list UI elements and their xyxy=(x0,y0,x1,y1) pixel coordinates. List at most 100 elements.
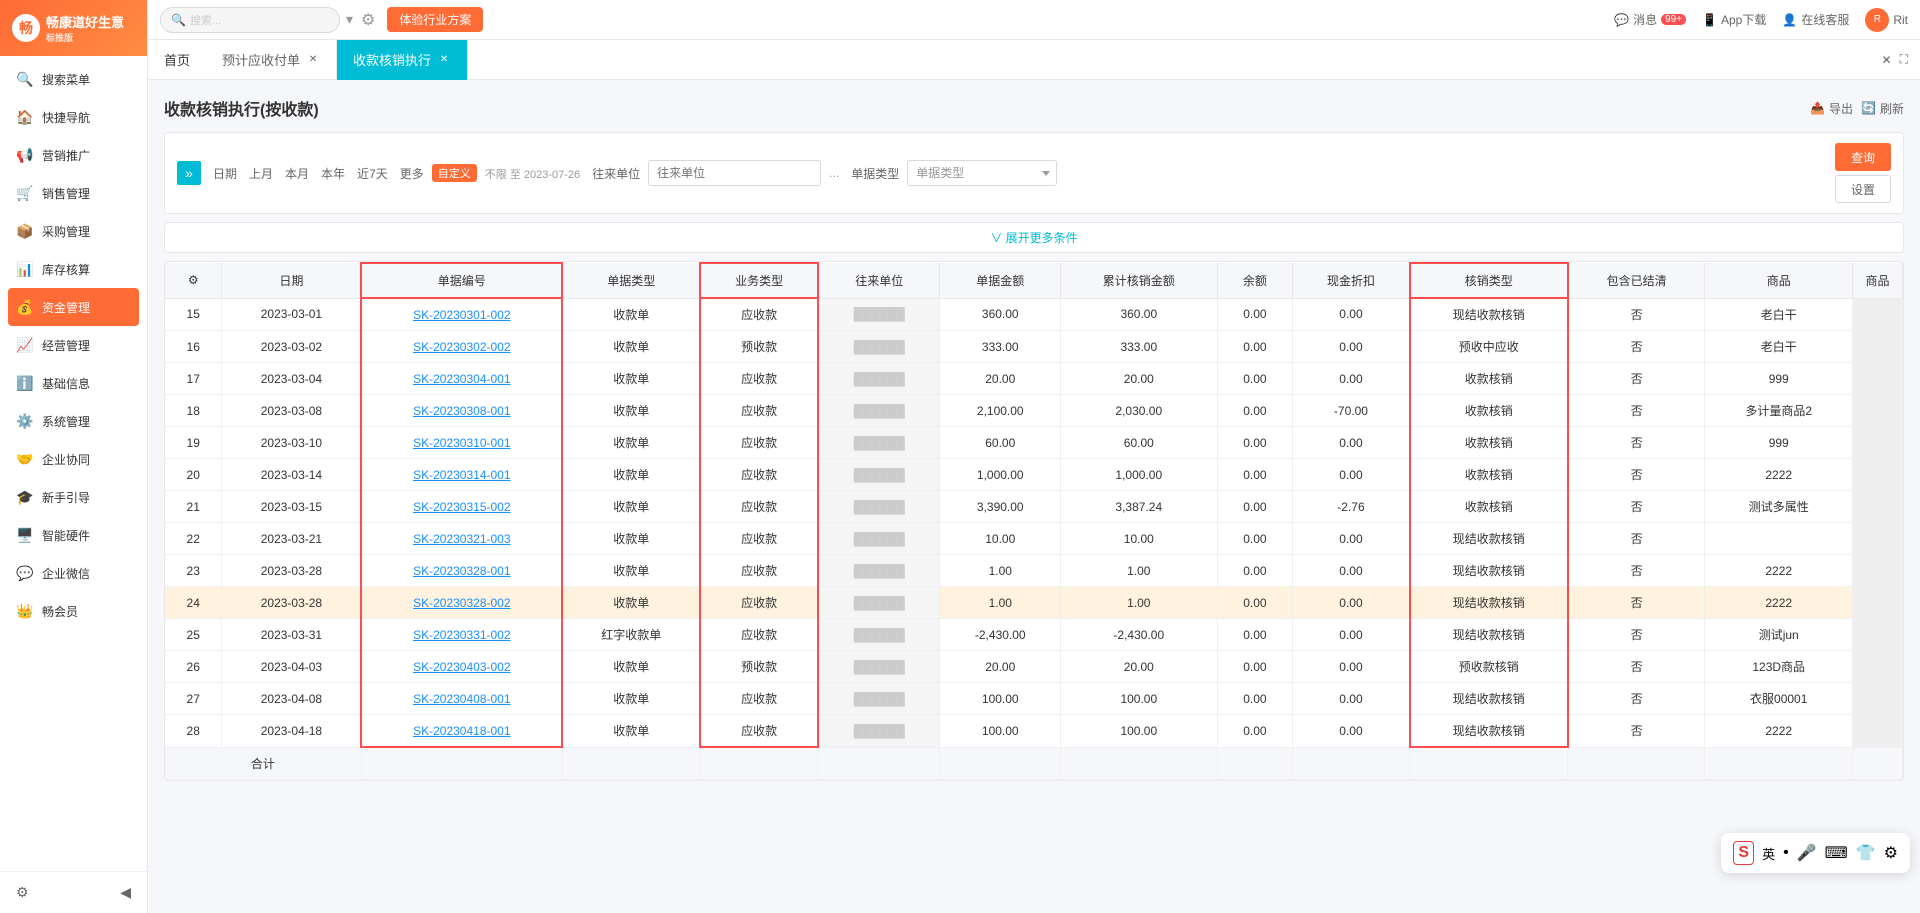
cell-unit: ██████ xyxy=(818,395,940,427)
cell-bill-amount: 100.00 xyxy=(940,715,1061,748)
sidebar-item-member[interactable]: 👑 畅会员 xyxy=(0,592,147,630)
sidebar-item-sales[interactable]: 🛒 销售管理 xyxy=(0,174,147,212)
col-header-product2[interactable]: 商品 xyxy=(1853,263,1903,298)
settings-icon[interactable]: ⚙ xyxy=(16,884,29,901)
table-row: 20 2023-03-14 SK-20230314-001 收款单 应收款 ██… xyxy=(165,459,1903,491)
export-button[interactable]: 📤 导出 xyxy=(1810,100,1853,117)
type-filter-select[interactable]: 单据类型 xyxy=(907,160,1057,186)
bill-no-link[interactable]: SK-20230403-002 xyxy=(413,660,510,674)
bill-no-link[interactable]: SK-20230302-002 xyxy=(413,340,510,354)
col-header-cancel-type[interactable]: 核销类型 xyxy=(1410,263,1568,298)
sidebar-item-basic[interactable]: ℹ️ 基础信息 xyxy=(0,364,147,402)
float-mic-icon[interactable]: 🎤 xyxy=(1797,843,1817,863)
cell-balance: 0.00 xyxy=(1217,331,1293,363)
bill-no-link[interactable]: SK-20230328-001 xyxy=(413,564,510,578)
user-avatar[interactable]: R Rit xyxy=(1865,8,1908,32)
sidebar-item-label: 畅会员 xyxy=(42,603,78,620)
col-header-balance[interactable]: 余额 xyxy=(1217,263,1293,298)
date-btn-this-year[interactable]: 本年 xyxy=(317,163,349,184)
bill-no-link[interactable]: SK-20230310-001 xyxy=(413,436,510,450)
col-header-bill-amount[interactable]: 单据金额 xyxy=(940,263,1061,298)
solution-button[interactable]: 体验行业方案 xyxy=(387,7,483,32)
date-btn-this-month[interactable]: 本月 xyxy=(281,163,313,184)
bill-no-link[interactable]: SK-20230408-001 xyxy=(413,692,510,706)
col-header-cash-discount[interactable]: 现金折扣 xyxy=(1293,263,1410,298)
cell-bill-type: 收款单 xyxy=(562,298,700,331)
col-header-date[interactable]: 日期 xyxy=(222,263,361,298)
search-dropdown-icon[interactable]: ▾ xyxy=(346,11,353,28)
collapse-icon[interactable]: ◀ xyxy=(120,884,131,901)
message-button[interactable]: 💬 消息 99+ xyxy=(1614,11,1686,28)
hardware-icon: 🖥️ xyxy=(16,526,34,544)
cell-bill-type: 收款单 xyxy=(562,363,700,395)
col-header-bill-no[interactable]: 单据编号 xyxy=(361,263,562,298)
expand-more-button[interactable]: ∨ 展开更多条件 xyxy=(164,222,1904,253)
unit-filter-input[interactable] xyxy=(648,160,821,186)
date-btn-last-month[interactable]: 上月 xyxy=(245,163,277,184)
float-dot-icon[interactable]: • xyxy=(1783,844,1789,862)
app-download-button[interactable]: 📱 App下载 xyxy=(1702,11,1766,28)
search-box[interactable]: 🔍 搜索... xyxy=(160,7,340,33)
tab-close-icon[interactable]: ✕ xyxy=(1882,53,1892,67)
sidebar-item-enterprise[interactable]: 🤝 企业协同 xyxy=(0,440,147,478)
cell-unit: ██████ xyxy=(818,459,940,491)
sidebar-item-search[interactable]: 🔍 搜索菜单 xyxy=(0,60,147,98)
filter-setting-button[interactable]: 设置 xyxy=(1835,175,1891,203)
sidebar-item-finance[interactable]: 💰 资金管理 xyxy=(8,288,139,326)
sidebar-item-hardware[interactable]: 🖥️ 智能硬件 xyxy=(0,516,147,554)
bill-no-link[interactable]: SK-20230321-003 xyxy=(413,532,510,546)
float-shirt-icon[interactable]: 👕 xyxy=(1856,843,1876,863)
settings-gear-icon[interactable]: ⚙ xyxy=(361,10,375,30)
search-menu-icon: 🔍 xyxy=(16,70,34,88)
col-header-include-settled[interactable]: 包含已结清 xyxy=(1568,263,1705,298)
cell-date: 2023-03-14 xyxy=(222,459,361,491)
online-service-button[interactable]: 👤 在线客服 xyxy=(1782,11,1849,28)
date-btn-7days[interactable]: 近7天 xyxy=(353,163,392,184)
tab-prepay-close[interactable]: ✕ xyxy=(306,53,320,67)
date-filter-group: 日期 上月 本月 本年 近7天 更多 自定义 不限 至 2023-07-26 xyxy=(213,163,580,184)
bill-no-link[interactable]: SK-20230315-002 xyxy=(413,500,510,514)
bill-no-link[interactable]: SK-20230304-001 xyxy=(413,372,510,386)
cell-bill-no: SK-20230314-001 xyxy=(361,459,562,491)
sidebar-item-system[interactable]: ⚙️ 系统管理 xyxy=(0,402,147,440)
sidebar-item-marketing[interactable]: 📢 营销推广 xyxy=(0,136,147,174)
bill-no-link[interactable]: SK-20230328-002 xyxy=(413,596,510,610)
filter-toggle-button[interactable]: » xyxy=(177,161,201,185)
refresh-button[interactable]: 🔄 刷新 xyxy=(1861,100,1904,117)
bill-no-link[interactable]: SK-20230301-002 xyxy=(413,308,510,322)
tab-home[interactable]: 首页 xyxy=(148,40,206,80)
col-header-unit[interactable]: 往来单位 xyxy=(818,263,940,298)
tabbar: 首页 预计应收付单 ✕ 收款核销执行 ✕ ✕ ⛶ xyxy=(148,40,1920,80)
sidebar-item-inventory[interactable]: 📊 库存核算 xyxy=(0,250,147,288)
float-keyboard-icon[interactable]: ⌨ xyxy=(1825,843,1848,863)
date-btn-more[interactable]: 更多 xyxy=(396,163,428,184)
tab-maximize-icon[interactable]: ⛶ xyxy=(1900,52,1908,67)
cell-product: 衣服00001 xyxy=(1705,683,1853,715)
tab-prepay[interactable]: 预计应收付单 ✕ xyxy=(206,40,337,80)
bill-no-link[interactable]: SK-20230331-002 xyxy=(413,628,510,642)
cell-product2 xyxy=(1853,523,1903,555)
tab-receipt-close[interactable]: ✕ xyxy=(437,53,451,67)
sidebar-item-operations[interactable]: 📈 经营管理 xyxy=(0,326,147,364)
sidebar-item-newbie[interactable]: 🎓 新手引导 xyxy=(0,478,147,516)
cell-include-settled: 否 xyxy=(1568,683,1705,715)
unit-more-icon[interactable]: ... xyxy=(829,166,839,180)
col-header-bill-type[interactable]: 单据类型 xyxy=(562,263,700,298)
bill-no-link[interactable]: SK-20230314-001 xyxy=(413,468,510,482)
col-header-cumul-cancel[interactable]: 累计核销金额 xyxy=(1061,263,1217,298)
sidebar-item-purchase[interactable]: 📦 采购管理 xyxy=(0,212,147,250)
float-s-icon[interactable]: S xyxy=(1733,841,1754,865)
tab-receipt-exec[interactable]: 收款核销执行 ✕ xyxy=(337,40,468,80)
date-custom-button[interactable]: 自定义 xyxy=(432,164,477,182)
bill-no-link[interactable]: SK-20230418-001 xyxy=(413,724,510,738)
sidebar-item-wechat[interactable]: 💬 企业微信 xyxy=(0,554,147,592)
bill-no-link[interactable]: SK-20230308-001 xyxy=(413,404,510,418)
float-grid-icon[interactable]: ⚙ xyxy=(1884,843,1898,863)
sidebar-item-quicknav[interactable]: 🏠 快捷导航 xyxy=(0,98,147,136)
col-header-product[interactable]: 商品 xyxy=(1705,263,1853,298)
cell-product: 123D商品 xyxy=(1705,651,1853,683)
col-header-biz-type[interactable]: 业务类型 xyxy=(700,263,818,298)
query-button[interactable]: 查询 xyxy=(1835,143,1891,171)
col-header-gear[interactable]: ⚙ xyxy=(165,263,222,298)
float-ying-icon[interactable]: 英 xyxy=(1762,844,1775,863)
